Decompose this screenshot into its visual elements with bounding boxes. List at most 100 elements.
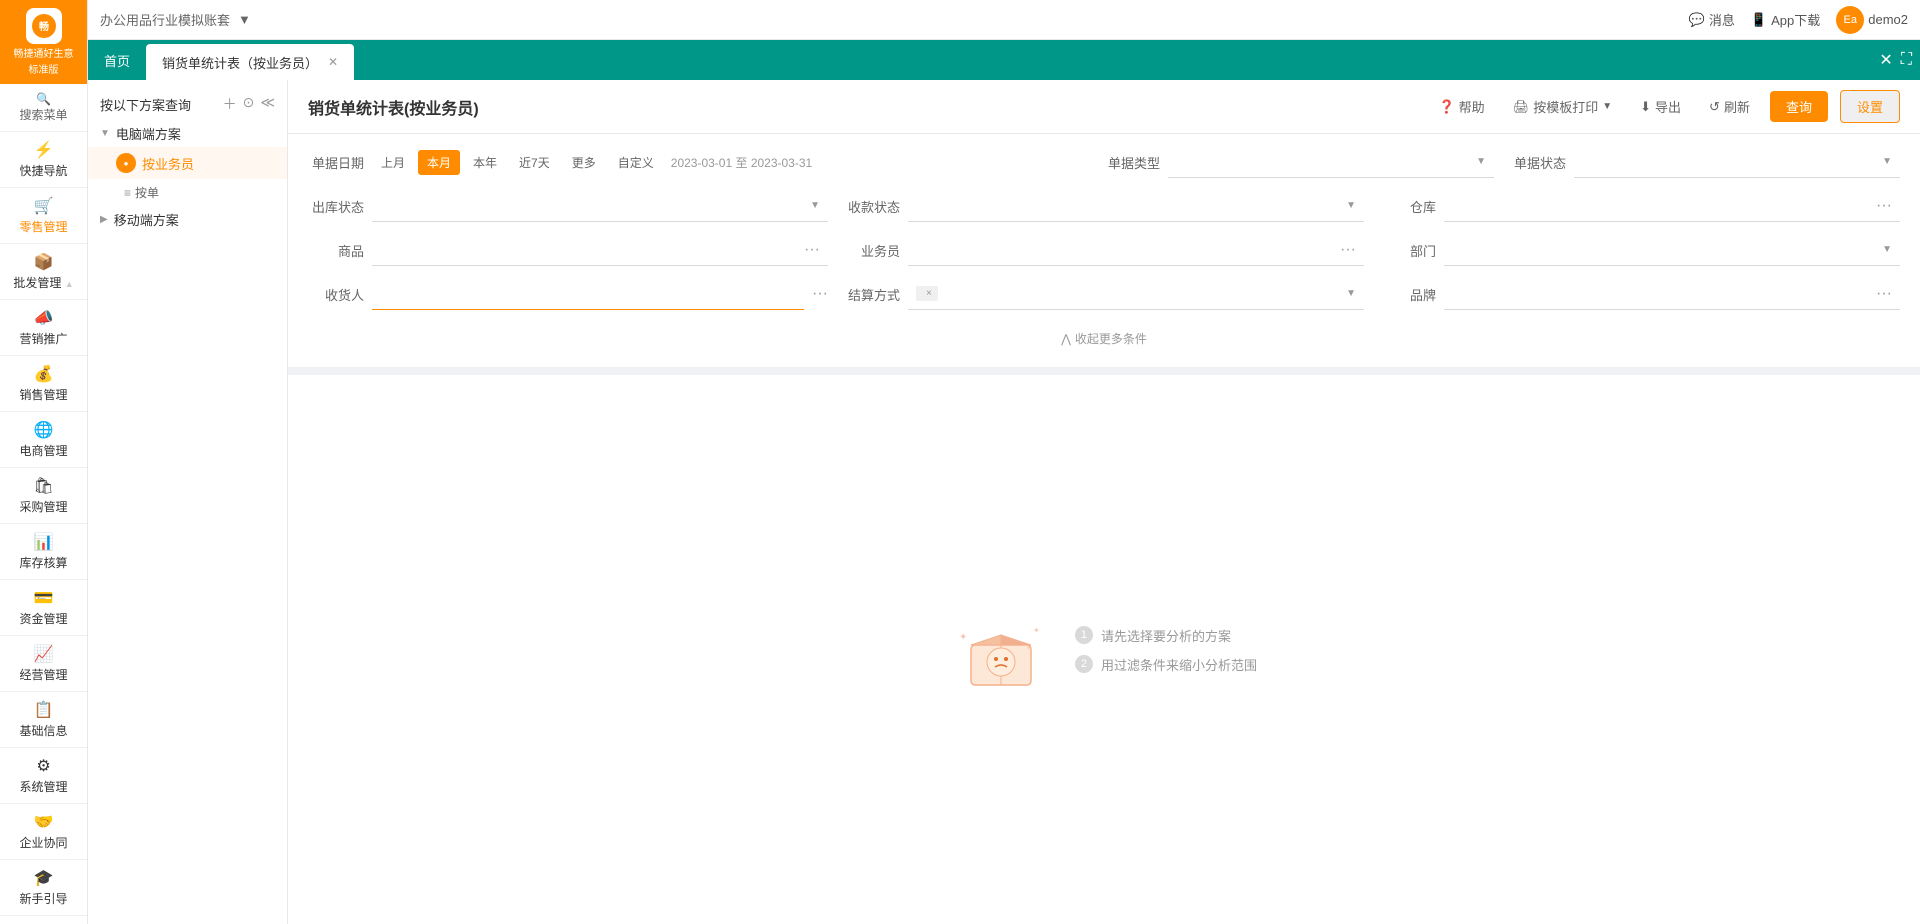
- sidebar-item-appstore[interactable]: 📱 应用中心: [0, 916, 87, 924]
- settings-scheme-icon[interactable]: ⊙: [243, 94, 255, 114]
- empty-tips: 1 请先选择要分析的方案 2 用过滤条件来缩小分析范围: [1075, 626, 1257, 674]
- query-btn[interactable]: 查询: [1770, 91, 1828, 122]
- app-download-btn[interactable]: 📱 App下载: [1751, 10, 1820, 29]
- user-profile-btn[interactable]: Ea demo2: [1836, 6, 1908, 34]
- sidebar-item-ecommerce[interactable]: 🌐 电商管理: [0, 412, 87, 468]
- sidebar-item-operation[interactable]: 📈 经营管理: [0, 636, 87, 692]
- sidebar-search[interactable]: 🔍 搜索菜单: [0, 84, 87, 132]
- settlement-select[interactable]: × ▼: [908, 278, 1364, 310]
- page-title: 销货单统计表(按业务员): [308, 95, 479, 119]
- svg-text:✦: ✦: [959, 632, 967, 643]
- quick-nav-label: 快捷导航: [19, 164, 67, 178]
- message-btn[interactable]: 💬 消息: [1689, 10, 1735, 29]
- filter-row-2: 出库状态 ▼ 收款状态 ▼ 仓库: [308, 190, 1900, 222]
- order-scheme-icon: ≡: [124, 186, 131, 200]
- date-btn-custom[interactable]: 自定义: [609, 150, 663, 175]
- wholesale-icon: 📦: [4, 252, 83, 272]
- ecommerce-icon: 🌐: [4, 420, 83, 440]
- sidebar-item-sales[interactable]: 💰 销售管理: [0, 356, 87, 412]
- breadcrumb-dropdown-icon[interactable]: ▼: [238, 12, 251, 27]
- doc-type-arrow: ▼: [1476, 156, 1486, 167]
- tab-close-all-icon[interactable]: ✕: [1879, 50, 1892, 70]
- date-btn-this-year[interactable]: 本年: [464, 150, 506, 175]
- help-label: 帮助: [1459, 97, 1485, 116]
- brand-dots[interactable]: ···: [1876, 285, 1892, 303]
- filter-goods: 商品 ···: [308, 234, 828, 266]
- help-btn[interactable]: ❓ 帮助: [1430, 93, 1492, 120]
- empty-tip-2: 2 用过滤条件来缩小分析范围: [1075, 655, 1257, 674]
- brand-select[interactable]: ···: [1444, 278, 1900, 310]
- doc-type-select[interactable]: ▼: [1168, 146, 1494, 178]
- filter-consignee: 收货人 ···: [308, 278, 828, 310]
- date-btn-more[interactable]: 更多: [563, 150, 605, 175]
- warehouse-label: 仓库: [1380, 197, 1436, 216]
- desktop-group-arrow: ▼: [100, 128, 110, 139]
- purchase-label: 采购管理: [19, 500, 67, 514]
- sidebar-item-newbie[interactable]: 🎓 新手引导: [0, 860, 87, 916]
- tab-close-btn[interactable]: ✕: [328, 55, 338, 69]
- goods-dots[interactable]: ···: [804, 241, 820, 259]
- warehouse-dots[interactable]: ···: [1876, 197, 1892, 215]
- warehouse-select[interactable]: ···: [1444, 190, 1900, 222]
- sidebar-item-purchase[interactable]: 🛍 采购管理: [0, 468, 87, 524]
- doc-status-select[interactable]: ▼: [1574, 146, 1900, 178]
- scheme-by-order[interactable]: ≡ 按单: [88, 179, 287, 206]
- scheme-by-salesperson[interactable]: ● 按业务员: [88, 147, 287, 179]
- salesperson-select[interactable]: ···: [908, 234, 1364, 266]
- goods-select[interactable]: ···: [372, 234, 828, 266]
- consignee-dots[interactable]: ···: [812, 285, 828, 303]
- sidebar-item-marketing[interactable]: 📣 营销推广: [0, 300, 87, 356]
- filter-receipt-status: 收款状态 ▼: [844, 190, 1364, 222]
- sidebar-item-basic[interactable]: 📋 基础信息: [0, 692, 87, 748]
- sidebar-item-finance[interactable]: 💳 资金管理: [0, 580, 87, 636]
- date-btn-last-month[interactable]: 上月: [372, 150, 414, 175]
- desktop-group[interactable]: ▼ 电脑端方案: [88, 120, 287, 147]
- sidebar-item-retail[interactable]: 🛒 零售管理: [0, 188, 87, 244]
- out-status-select[interactable]: ▼: [372, 190, 828, 222]
- logo-sub: 标准版: [29, 61, 59, 76]
- department-label: 部门: [1380, 241, 1436, 260]
- settlement-tag-close[interactable]: ×: [926, 288, 932, 299]
- settings-btn[interactable]: 设置: [1840, 90, 1900, 123]
- tab-fullscreen-icon[interactable]: ⛶: [1901, 51, 1912, 69]
- filter-out-status: 出库状态 ▼: [308, 190, 828, 222]
- date-range-text: 2023-03-01 至 2023-03-31: [671, 154, 812, 171]
- date-btn-this-month[interactable]: 本月: [418, 150, 460, 175]
- tab-home[interactable]: 首页: [88, 40, 146, 80]
- collapse-panel-icon[interactable]: ≪: [260, 94, 275, 114]
- refresh-btn[interactable]: ↺ 刷新: [1701, 93, 1758, 120]
- tab-sales-stat[interactable]: 销货单统计表（按业务员） ✕: [146, 44, 354, 80]
- sidebar-item-wholesale[interactable]: 📦 批发管理 ▲: [0, 244, 87, 300]
- sidebar-item-inventory[interactable]: 📊 库存核算: [0, 524, 87, 580]
- collapse-more: ⋀ 收起更多条件: [308, 322, 1900, 355]
- tip-2-text: 用过滤条件来缩小分析范围: [1101, 655, 1257, 674]
- export-btn[interactable]: ⬇ 导出: [1632, 93, 1689, 120]
- print-dropdown-icon: ▼: [1602, 101, 1612, 112]
- header-left: 办公用品行业模拟账套 ▼: [100, 10, 251, 29]
- sidebar-item-system[interactable]: ⚙ 系统管理: [0, 748, 87, 804]
- mobile-group[interactable]: ▶ 移动端方案: [88, 206, 287, 233]
- avatar: Ea: [1836, 6, 1864, 34]
- template-print-btn[interactable]: 🖨 按模板打印 ▼: [1505, 93, 1620, 120]
- sidebar-item-quick-nav[interactable]: ⚡ 快捷导航: [0, 132, 87, 188]
- add-scheme-icon[interactable]: ＋: [223, 94, 237, 114]
- operation-label: 经营管理: [19, 668, 67, 682]
- app-download-label: App下载: [1771, 10, 1820, 29]
- user-name: demo2: [1868, 12, 1908, 27]
- svg-text:✦: ✦: [1026, 645, 1031, 652]
- logo-svg: 畅: [30, 12, 58, 40]
- collapse-btn[interactable]: ⋀ 收起更多条件: [1061, 330, 1147, 347]
- salesperson-dots[interactable]: ···: [1340, 241, 1356, 259]
- sidebar-item-enterprise[interactable]: 🤝 企业协同: [0, 804, 87, 860]
- page-title-bar: 销货单统计表(按业务员) ❓ 帮助 🖨 按模板打印 ▼ ⬇ 导出: [288, 80, 1920, 134]
- date-btn-7days[interactable]: 近7天: [510, 150, 559, 175]
- department-select[interactable]: ▼: [1444, 234, 1900, 266]
- salesperson-label: 业务员: [844, 241, 900, 260]
- receipt-status-select[interactable]: ▼: [908, 190, 1364, 222]
- consignee-label: 收货人: [308, 285, 364, 304]
- enterprise-icon: 🤝: [4, 812, 83, 832]
- consignee-input[interactable]: [372, 278, 804, 310]
- settlement-arrow: ▼: [1346, 288, 1356, 299]
- filter-doc-status: 单据状态 ▼: [1510, 146, 1900, 178]
- basic-label: 基础信息: [19, 724, 67, 738]
